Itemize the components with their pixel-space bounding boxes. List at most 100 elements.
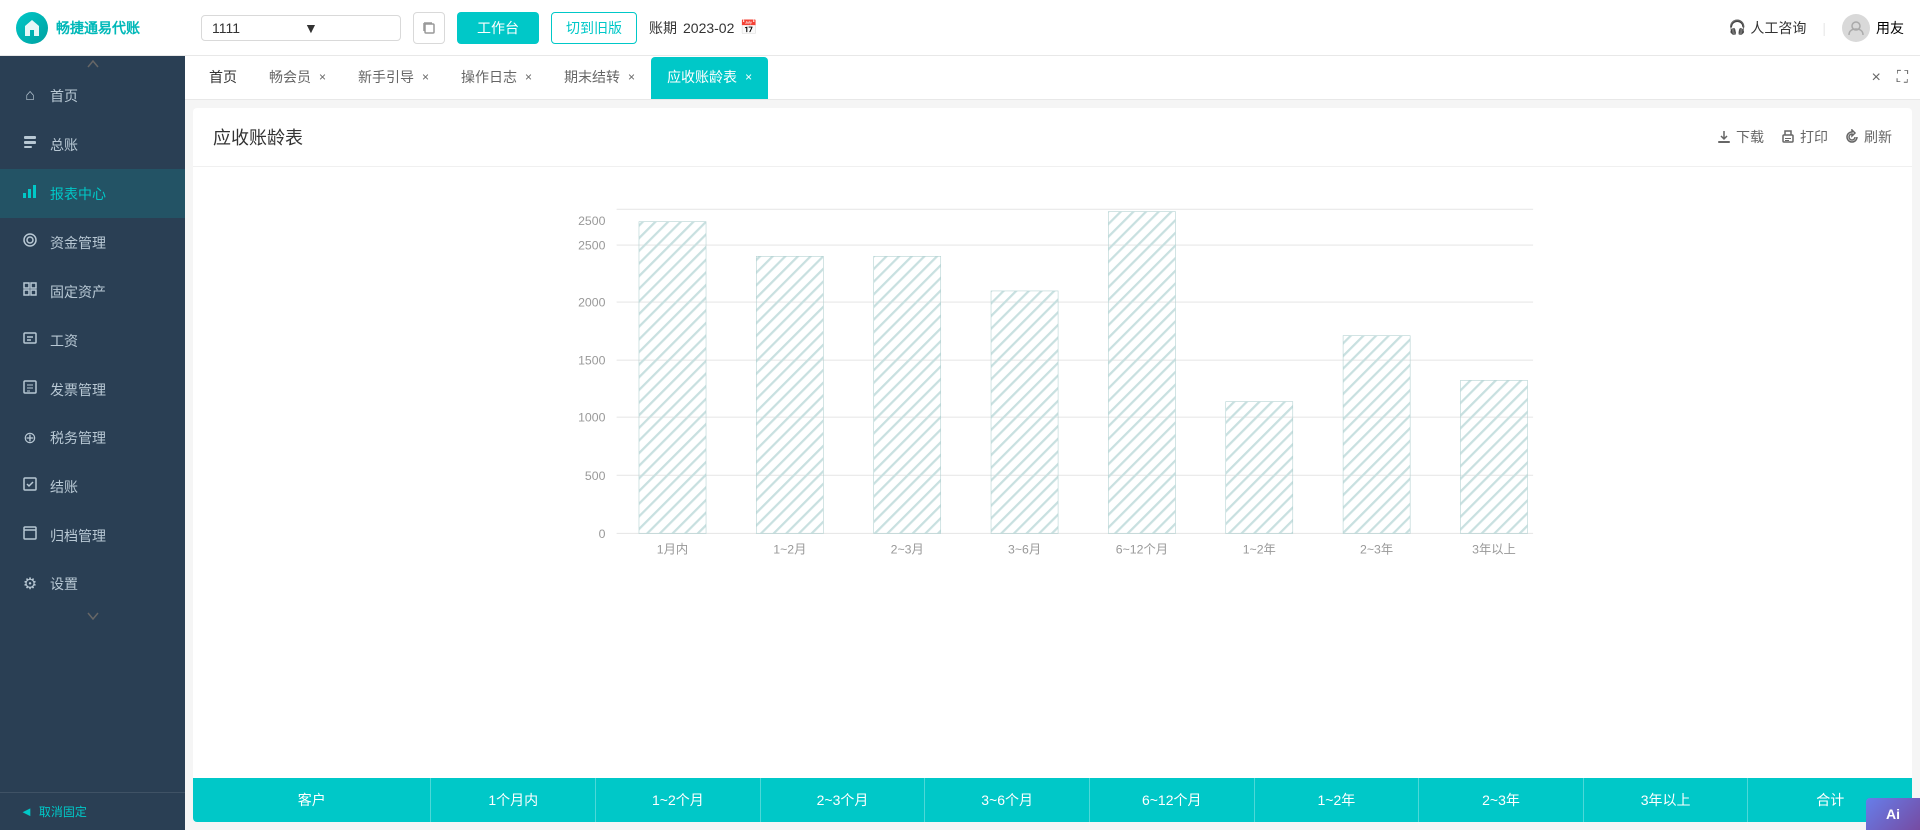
- collapse-sidebar-button[interactable]: ◄ 取消固定: [0, 792, 185, 830]
- svg-text:2500: 2500: [578, 214, 605, 228]
- scroll-up-indicator: [0, 56, 185, 72]
- sidebar-item-invoice[interactable]: 发票管理: [0, 365, 185, 414]
- user-area[interactable]: 用友: [1842, 14, 1904, 42]
- content-area: 首页 畅会员 × 新手引导 × 操作日志 × 期末结转 × 应收账龄表 ×: [185, 56, 1920, 830]
- download-icon: [1716, 129, 1732, 145]
- download-label: 下载: [1736, 127, 1764, 147]
- sidebar-item-checkout[interactable]: 结账: [0, 462, 185, 511]
- tax-icon: ⊕: [20, 428, 40, 448]
- svg-text:3年以上: 3年以上: [1472, 543, 1516, 557]
- tab-aging-label: 应收账龄表: [667, 67, 737, 87]
- print-icon: [1780, 129, 1796, 145]
- chart-wrapper: 0 500 1000 1500 2000 2500 2500: [213, 187, 1892, 567]
- table-col-customer: 客户: [193, 778, 431, 822]
- sidebar-item-home-label: 首页: [50, 86, 78, 106]
- copy-button[interactable]: [413, 12, 445, 44]
- table-col-2-3year: 2~3年: [1419, 778, 1584, 822]
- svg-text:1~2年: 1~2年: [1243, 543, 1276, 557]
- svg-text:1000: 1000: [578, 411, 605, 425]
- tab-period-end[interactable]: 期末结转 ×: [548, 57, 651, 99]
- maximize-tab-button[interactable]: ⛶: [1893, 65, 1912, 91]
- sidebar-item-reports[interactable]: 报表中心: [0, 169, 185, 218]
- sidebar-item-payroll[interactable]: 工资: [0, 316, 185, 365]
- sidebar-item-invoice-label: 发票管理: [50, 380, 106, 400]
- tab-home-label: 首页: [209, 67, 237, 87]
- tab-member-close[interactable]: ×: [319, 71, 326, 83]
- calendar-icon[interactable]: 📅: [740, 19, 757, 36]
- svg-text:6~12个月: 6~12个月: [1116, 543, 1168, 557]
- sidebar-item-checkout-label: 结账: [50, 477, 78, 497]
- svg-text:1500: 1500: [578, 354, 605, 368]
- sidebar-item-settings-label: 设置: [50, 574, 78, 594]
- tab-oplog-close[interactable]: ×: [525, 71, 532, 83]
- page-content: 应收账龄表 下载 打印 刷新: [193, 108, 1912, 822]
- tab-home[interactable]: 首页: [193, 57, 253, 99]
- table-col-2-3month: 2~3个月: [761, 778, 926, 822]
- sidebar-item-home[interactable]: ⌂ 首页: [0, 72, 185, 120]
- collapse-icon: ◄: [20, 804, 33, 819]
- sidebar-item-ledger-label: 总账: [50, 135, 78, 155]
- table-col-3-6month: 3~6个月: [925, 778, 1090, 822]
- tab-guide-close[interactable]: ×: [422, 71, 429, 83]
- sidebar-item-funds[interactable]: 资金管理: [0, 218, 185, 267]
- page-header: 应收账龄表 下载 打印 刷新: [193, 108, 1912, 167]
- refresh-button[interactable]: 刷新: [1844, 127, 1892, 147]
- close-tab-button[interactable]: ×: [1867, 65, 1884, 91]
- chart-container: 0 500 1000 1500 2000 2500 2500: [193, 167, 1912, 778]
- refresh-label: 刷新: [1864, 127, 1892, 147]
- bar-chart: 0 500 1000 1500 2000 2500 2500: [213, 187, 1892, 567]
- table-col-6-12month: 6~12个月: [1090, 778, 1255, 822]
- sidebar-item-assets[interactable]: 固定资产: [0, 267, 185, 316]
- workbench-button[interactable]: 工作台: [457, 12, 539, 44]
- tabs-bar: 首页 畅会员 × 新手引导 × 操作日志 × 期末结转 × 应收账龄表 ×: [185, 56, 1920, 100]
- support-button[interactable]: 🎧 人工咨询: [1729, 18, 1806, 38]
- company-name: 1111: [212, 20, 298, 36]
- sidebar-item-payroll-label: 工资: [50, 331, 78, 351]
- table-col-1-2month: 1~2个月: [596, 778, 761, 822]
- top-header: 畅捷通易代账 1111 ▼ 工作台 切到旧版 账期 2023-02 📅 🎧 人工…: [0, 0, 1920, 56]
- tab-guide[interactable]: 新手引导 ×: [342, 57, 445, 99]
- logo-icon: [16, 12, 48, 44]
- avatar: [1842, 14, 1870, 42]
- invoice-icon: [20, 379, 40, 400]
- assets-icon: [20, 281, 40, 302]
- sidebar-item-ledger[interactable]: 总账: [0, 120, 185, 169]
- sidebar-item-archive[interactable]: 归档管理: [0, 511, 185, 560]
- headset-icon: 🎧: [1729, 19, 1746, 36]
- sidebar-item-archive-label: 归档管理: [50, 526, 106, 546]
- svg-text:1月内: 1月内: [657, 543, 688, 557]
- svg-text:2~3月: 2~3月: [891, 543, 924, 557]
- company-selector[interactable]: 1111 ▼: [201, 15, 401, 41]
- page-title: 应收账龄表: [213, 124, 303, 150]
- ai-badge[interactable]: Ai: [1866, 798, 1920, 830]
- archive-icon: [20, 525, 40, 546]
- checkout-icon: [20, 476, 40, 497]
- copy-icon: [421, 20, 437, 36]
- chevron-down-icon: ▼: [304, 20, 390, 36]
- settings-icon: ⚙: [20, 574, 40, 594]
- tab-member-label: 畅会员: [269, 67, 311, 87]
- sidebar-item-tax[interactable]: ⊕ 税务管理: [0, 414, 185, 462]
- print-button[interactable]: 打印: [1780, 127, 1828, 147]
- collapse-label: 取消固定: [39, 803, 87, 820]
- ai-badge-label: Ai: [1886, 806, 1900, 822]
- tab-aging-close[interactable]: ×: [745, 71, 752, 83]
- period-area: 账期 2023-02 📅: [649, 18, 758, 38]
- support-label: 人工咨询: [1750, 18, 1806, 38]
- tab-aging[interactable]: 应收账龄表 ×: [651, 57, 768, 99]
- tab-oplog-label: 操作日志: [461, 67, 517, 87]
- svg-text:2~3年: 2~3年: [1360, 543, 1393, 557]
- tab-period-end-close[interactable]: ×: [628, 71, 635, 83]
- header-center: 1111 ▼ 工作台 切到旧版 账期 2023-02 📅: [201, 12, 1729, 44]
- user-name: 用友: [1876, 18, 1904, 38]
- switch-version-button[interactable]: 切到旧版: [551, 12, 637, 44]
- download-button[interactable]: 下载: [1716, 127, 1764, 147]
- svg-text:2500: 2500: [578, 239, 605, 253]
- tab-member[interactable]: 畅会员 ×: [253, 57, 342, 99]
- sidebar-item-assets-label: 固定资产: [50, 282, 106, 302]
- table-col-3year-plus: 3年以上: [1584, 778, 1749, 822]
- tab-oplog[interactable]: 操作日志 ×: [445, 57, 548, 99]
- refresh-icon: [1844, 129, 1860, 145]
- sidebar-item-settings[interactable]: ⚙ 设置: [0, 560, 185, 608]
- tab-period-end-label: 期末结转: [564, 67, 620, 87]
